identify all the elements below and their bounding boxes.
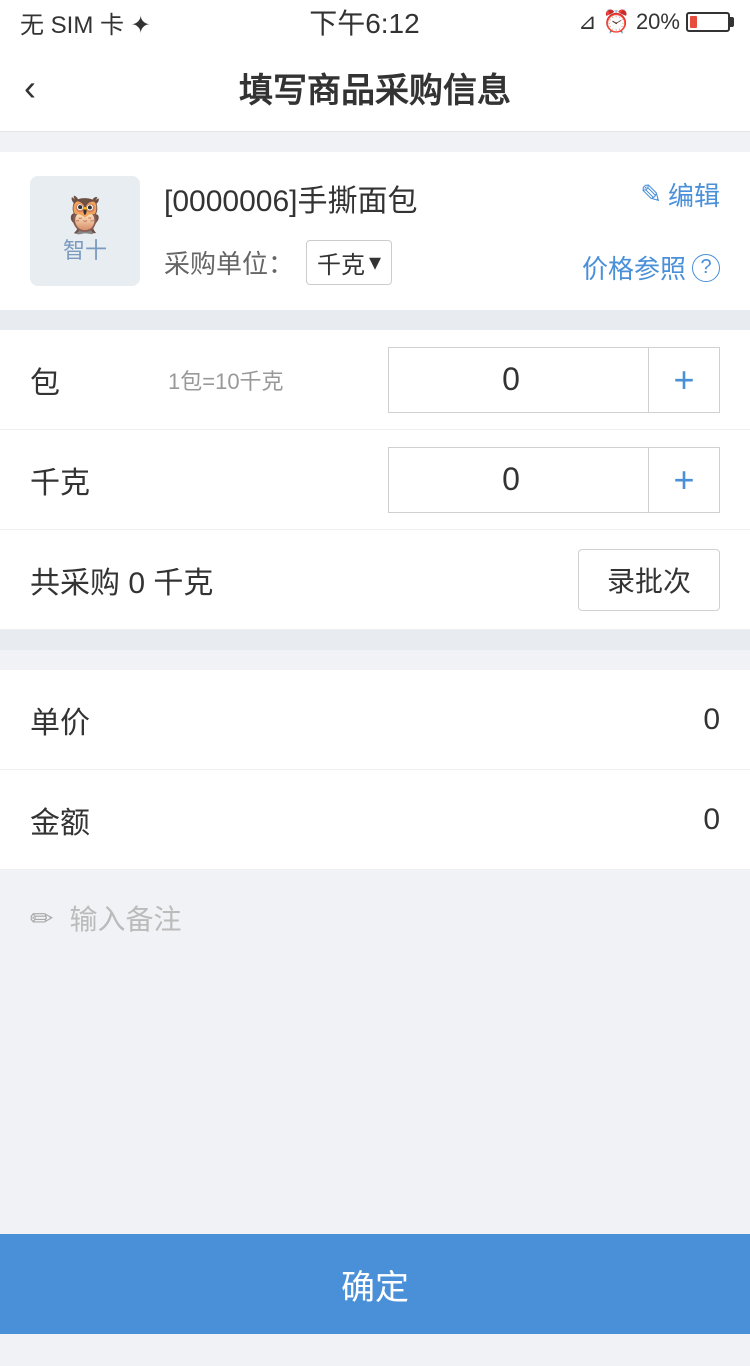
- brand-label: 智十: [63, 233, 107, 265]
- kg-label: 千克: [30, 458, 160, 502]
- empty-space: [0, 966, 750, 1266]
- section-divider-2: [0, 630, 750, 650]
- location-icon: ⊿: [578, 9, 596, 35]
- status-bar: 无 SIM 卡 ✦ 下午6:12 ⊿ ⏰ 20%: [0, 0, 750, 44]
- bag-quantity-input[interactable]: [388, 347, 648, 413]
- remark-placeholder: 输入备注: [69, 898, 181, 938]
- unit-select[interactable]: 千克 ▾: [306, 240, 392, 285]
- kg-input-control: +: [388, 447, 720, 513]
- remark-section[interactable]: ✏ 输入备注: [0, 870, 750, 966]
- kg-input-row: 千克 +: [0, 430, 750, 530]
- batch-button[interactable]: 录批次: [578, 549, 720, 611]
- unit-label: 采购单位：: [164, 244, 294, 281]
- bag-sub-label: 1包=10千克: [168, 364, 284, 396]
- bag-input-control: +: [388, 347, 720, 413]
- status-time: 下午6:12: [309, 2, 420, 42]
- amount-value: 0: [703, 803, 720, 837]
- nav-bar: ‹ 填写商品采购信息: [0, 44, 750, 132]
- edit-icon: ✎: [640, 179, 662, 210]
- confirm-button[interactable]: 确定: [0, 1234, 750, 1334]
- battery-icon: [686, 12, 730, 32]
- unit-price-label: 单价: [30, 698, 90, 742]
- sim-label: 无 SIM 卡 ✦: [20, 5, 151, 40]
- amount-row: 金额 0: [0, 770, 750, 870]
- bag-input-row: 包 1包=10千克 +: [0, 330, 750, 430]
- bag-label: 包: [30, 358, 160, 402]
- product-name: [0000006]手撕面包: [164, 176, 720, 220]
- battery-percent: 20%: [636, 9, 680, 35]
- section-divider-1: [0, 310, 750, 330]
- pencil-icon: ✏: [30, 902, 53, 935]
- back-button[interactable]: ‹: [24, 67, 36, 109]
- unit-value: 千克: [317, 245, 365, 280]
- page-title: 填写商品采购信息: [239, 63, 511, 112]
- edit-label: 编辑: [668, 176, 720, 213]
- price-ref-label: 价格参照: [582, 249, 686, 286]
- status-right: ⊿ ⏰ 20%: [578, 9, 730, 35]
- input-section: 包 1包=10千克 + 千克 + 共采购 0 千克 录批次: [0, 330, 750, 630]
- price-ref-button[interactable]: 价格参照 ?: [582, 249, 720, 286]
- summary-text: 共采购 0 千克: [30, 558, 213, 602]
- alarm-icon: ⏰: [603, 9, 630, 35]
- summary-row: 共采购 0 千克 录批次: [0, 530, 750, 630]
- product-thumbnail: 🦉 智十: [30, 176, 140, 286]
- kg-plus-button[interactable]: +: [648, 447, 720, 513]
- bag-plus-button[interactable]: +: [648, 347, 720, 413]
- edit-button[interactable]: ✎ 编辑: [640, 176, 720, 213]
- brand-owl-icon: 🦉: [63, 197, 108, 233]
- status-left: 无 SIM 卡 ✦: [20, 5, 151, 40]
- info-section: 单价 0 金额 0: [0, 670, 750, 870]
- kg-quantity-input[interactable]: [388, 447, 648, 513]
- unit-price-row: 单价 0: [0, 670, 750, 770]
- amount-label: 金额: [30, 798, 90, 842]
- help-icon: ?: [692, 254, 720, 282]
- dropdown-icon: ▾: [369, 248, 381, 277]
- unit-price-value: 0: [703, 703, 720, 737]
- product-card: 🦉 智十 [0000006]手撕面包 采购单位： 千克 ▾ ✎ 编辑 价格参照 …: [0, 152, 750, 310]
